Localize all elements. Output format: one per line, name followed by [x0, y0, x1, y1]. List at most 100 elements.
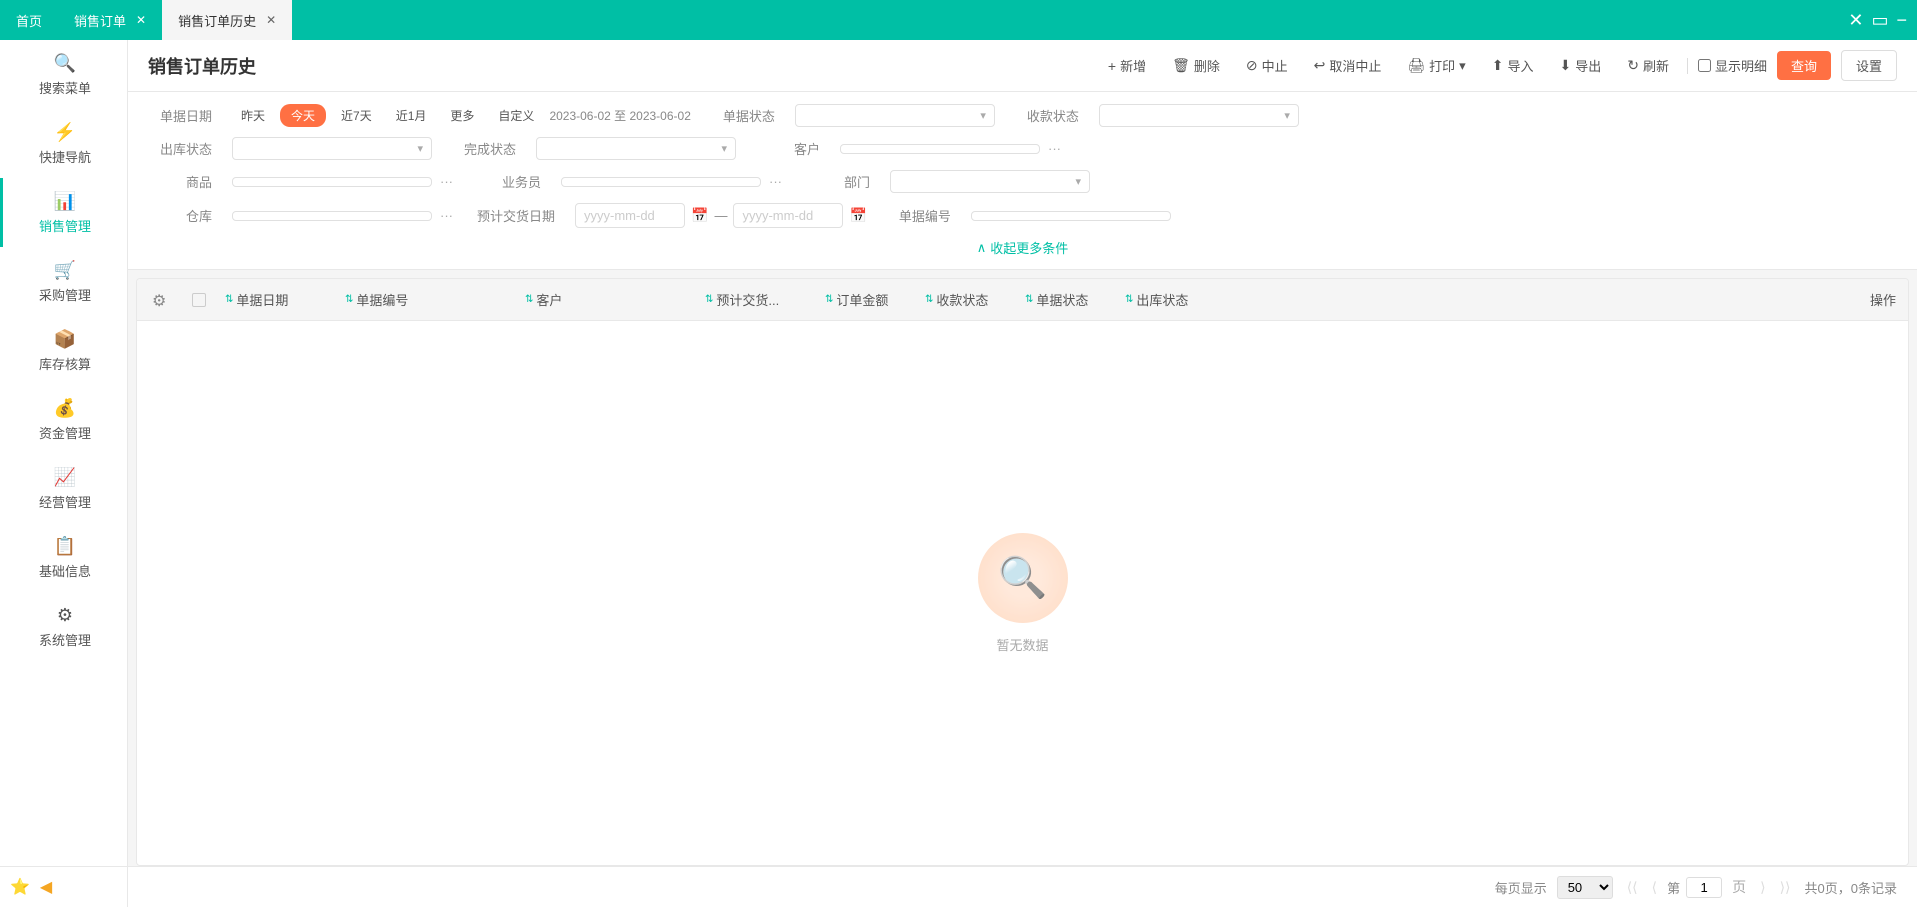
sidebar-item-sys-admin[interactable]: ⚙ 系统管理 [0, 592, 127, 661]
stop-icon: ⊘ [1246, 57, 1258, 74]
custom-btn[interactable]: 自定义 [489, 104, 543, 127]
more-btn[interactable]: 更多 [441, 104, 483, 127]
select-all-checkbox[interactable] [192, 293, 206, 307]
export-icon: ⬇ [1559, 57, 1571, 74]
query-button[interactable]: 查询 [1777, 51, 1831, 80]
stop-button[interactable]: ⊘ 中止 [1238, 52, 1296, 79]
toolbar: + 新增 🗑 删除 ⊘ 中止 ↩ 取消中止 🖨 打印 [1100, 50, 1897, 81]
tab-sales-order-close[interactable]: ✕ [136, 13, 146, 27]
collapse-button[interactable]: ∧ 收起更多条件 [148, 238, 1897, 257]
delivery-date-start-input[interactable]: yyyy-mm-dd [575, 203, 685, 228]
salesperson-input[interactable] [561, 177, 761, 187]
customer-sort-icon: ⇅ [525, 294, 533, 305]
tab-sales-order[interactable]: 销售订单 ✕ [58, 0, 162, 40]
th-checkbox[interactable] [181, 293, 217, 307]
table-area: ⚙ ⇅ 单据日期 ⇅ 单据编号 ⇅ 客户 ⇅ [136, 278, 1909, 866]
top-bar: 首页 销售订单 ✕ 销售订单历史 ✕ ✕ ▭ − [0, 0, 1917, 40]
th-date[interactable]: ⇅ 单据日期 [217, 290, 337, 309]
total-info: 共0页，0条记录 [1805, 878, 1897, 897]
settings-button[interactable]: 设置 [1841, 50, 1897, 81]
export-button[interactable]: ⬇ 导出 [1551, 52, 1609, 79]
warehouse-more-icon[interactable]: ··· [436, 208, 457, 223]
customer-more-icon[interactable]: ··· [1044, 141, 1065, 156]
sidebar-item-sales-mgmt[interactable]: 📊 销售管理 [0, 178, 127, 247]
add-icon: + [1108, 58, 1116, 74]
today-btn[interactable]: 今天 [280, 104, 326, 127]
prev-page-button[interactable]: ⟨ [1648, 877, 1661, 898]
out-status-select[interactable]: ▾ [232, 137, 432, 160]
print-button[interactable]: 🖨 打印 ▾ [1399, 52, 1473, 79]
department-select[interactable]: ▾ [890, 170, 1090, 193]
window-minimize-button[interactable]: − [1896, 10, 1907, 31]
delivery-date-end-input[interactable]: yyyy-mm-dd [733, 203, 843, 228]
th-customer[interactable]: ⇅ 客户 [517, 290, 697, 309]
th-payment[interactable]: ⇅ 收款状态 [917, 290, 1017, 309]
collapse-up-icon: ∧ [977, 240, 987, 256]
customer-control: ··· [840, 141, 1065, 156]
last-page-button[interactable]: ⟩⟩ [1776, 877, 1795, 898]
doc-status-select[interactable]: ▾ [795, 104, 995, 127]
th-out[interactable]: ⇅ 出库状态 [1117, 290, 1217, 309]
tab-sales-order-history-close[interactable]: ✕ [266, 13, 276, 27]
sidebar-item-quick-nav[interactable]: ⚡ 快捷导航 [0, 109, 127, 178]
th-amount[interactable]: ⇅ 订单金额 [817, 290, 917, 309]
th-docno[interactable]: ⇅ 单据编号 [337, 290, 517, 309]
inventory-icon: 📦 [54, 328, 76, 350]
sidebar-item-basic-info[interactable]: 📋 基础信息 [0, 523, 127, 592]
customer-input[interactable] [840, 144, 1040, 154]
date-range: 2023-06-02 至 2023-06-02 [549, 107, 690, 124]
refresh-button[interactable]: ↻ 刷新 [1619, 52, 1677, 79]
page-header: 销售订单历史 + 新增 🗑 删除 ⊘ 中止 ↩ 取消中止 [128, 40, 1917, 92]
th-delivery[interactable]: ⇅ 预计交货... [697, 290, 817, 309]
last1month-btn[interactable]: 近1月 [387, 104, 436, 127]
sidebar-item-inventory[interactable]: 📦 库存核算 [0, 316, 127, 385]
sidebar-item-operations[interactable]: 📈 经营管理 [0, 454, 127, 523]
sidebar-star-icon[interactable]: ⭐ [10, 877, 30, 897]
th-settings[interactable]: ⚙ [141, 291, 181, 309]
print-arrow-icon: ▾ [1459, 58, 1466, 74]
sidebar-item-search-menu[interactable]: 🔍 搜索菜单 [0, 40, 127, 109]
import-button[interactable]: ⬆ 导入 [1484, 52, 1542, 79]
sidebar-item-purchase-mgmt[interactable]: 🛒 采购管理 [0, 247, 127, 316]
payment-status-label: 收款状态 [1015, 106, 1079, 125]
page-title: 销售订单历史 [148, 53, 256, 79]
delete-button[interactable]: 🗑 删除 [1164, 52, 1228, 79]
display-toggle-checkbox[interactable] [1698, 59, 1711, 72]
product-input[interactable] [232, 177, 432, 187]
add-button[interactable]: + 新增 [1100, 52, 1154, 79]
payment-status-select[interactable]: ▾ [1099, 104, 1299, 127]
sidebar-item-finance[interactable]: 💰 资金管理 [0, 385, 127, 454]
next-page-button[interactable]: ⟩ [1756, 877, 1769, 898]
warehouse-input[interactable] [232, 211, 432, 221]
operations-icon: 📈 [54, 466, 76, 488]
last7days-btn[interactable]: 近7天 [332, 104, 381, 127]
delivery-date-end-calendar-icon[interactable]: 📅 [849, 207, 866, 224]
cancel-stop-button[interactable]: ↩ 取消中止 [1306, 52, 1390, 79]
tab-sales-order-history[interactable]: 销售订单历史 ✕ [162, 0, 292, 40]
per-page-select[interactable]: 50 10 20 100 [1557, 876, 1613, 899]
delivery-date-start-calendar-icon[interactable]: 📅 [691, 207, 708, 224]
product-control: ··· [232, 174, 457, 189]
complete-status-label: 完成状态 [452, 139, 516, 158]
salesperson-more-icon[interactable]: ··· [765, 174, 786, 189]
filter-row-4: 仓库 ··· 预计交货日期 yyyy-mm-dd 📅 — yyyy-mm-dd … [148, 203, 1897, 228]
page-number-input[interactable] [1686, 877, 1722, 898]
table-settings-icon[interactable]: ⚙ [152, 291, 170, 309]
tab-home[interactable]: 首页 [0, 0, 58, 40]
doc-status-arrow-icon: ▾ [980, 109, 986, 122]
window-restore-button[interactable]: ▭ [1871, 10, 1888, 31]
display-toggle[interactable]: 显示明细 [1698, 56, 1767, 75]
delete-icon: 🗑 [1172, 57, 1190, 74]
sidebar-collapse-icon[interactable]: ◀ [40, 877, 52, 897]
date-sort-icon: ⇅ [225, 294, 233, 305]
quick-nav-icon: ⚡ [54, 121, 76, 143]
product-more-icon[interactable]: ··· [436, 174, 457, 189]
complete-status-select[interactable]: ▾ [536, 137, 736, 160]
doc-no-input[interactable] [971, 211, 1171, 221]
yesterday-btn[interactable]: 昨天 [232, 104, 274, 127]
filter-row-1: 单据日期 昨天 今天 近7天 近1月 更多 自定义 2023-06-02 至 2… [148, 104, 1897, 127]
first-page-button[interactable]: ⟨⟨ [1623, 877, 1642, 898]
doc-status-label: 单据状态 [711, 106, 775, 125]
window-close-button[interactable]: ✕ [1848, 10, 1863, 31]
th-status[interactable]: ⇅ 单据状态 [1017, 290, 1117, 309]
